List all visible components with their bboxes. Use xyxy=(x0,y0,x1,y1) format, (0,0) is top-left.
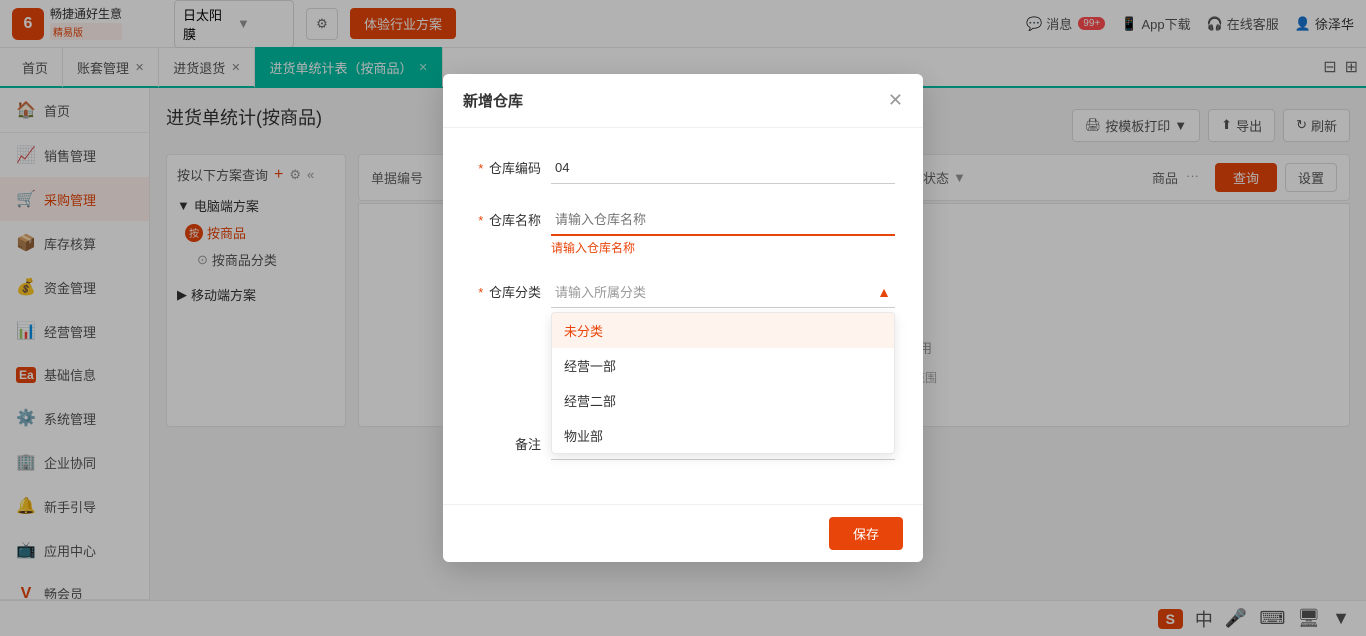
warehouse-category-select[interactable]: 请输入所属分类 ▲ xyxy=(551,276,895,308)
dropdown-item-0[interactable]: 未分类 xyxy=(552,313,894,348)
modal-footer: 保存 xyxy=(443,504,923,562)
warehouse-name-label: 仓库名称 xyxy=(471,204,551,229)
form-row-category: 仓库分类 请输入所属分类 ▲ 未分类 经营一部 xyxy=(471,276,895,308)
warehouse-code-input[interactable] xyxy=(551,152,895,184)
warehouse-code-label: 仓库编码 xyxy=(471,152,551,177)
warehouse-category-label: 仓库分类 xyxy=(471,276,551,301)
modal-header: 新增仓库 ✕ xyxy=(443,74,923,128)
category-dropdown: 未分类 经营一部 经营二部 物业部 xyxy=(551,312,895,454)
warehouse-category-field: 请输入所属分类 ▲ 未分类 经营一部 经营二部 xyxy=(551,276,895,308)
modal-overlay[interactable]: 新增仓库 ✕ 仓库编码 仓库名称 请输入仓库名称 xyxy=(0,0,1366,636)
modal-body: 仓库编码 仓库名称 请输入仓库名称 仓库分类 xyxy=(443,128,923,504)
warehouse-code-field xyxy=(551,152,895,184)
modal-add-warehouse: 新增仓库 ✕ 仓库编码 仓库名称 请输入仓库名称 xyxy=(443,74,923,562)
modal-title: 新增仓库 xyxy=(463,90,523,111)
form-row-name: 仓库名称 请输入仓库名称 xyxy=(471,204,895,256)
warehouse-name-input[interactable] xyxy=(551,204,895,236)
dropdown-item-1[interactable]: 经营一部 xyxy=(552,348,894,383)
category-placeholder: 请输入所属分类 xyxy=(555,282,646,301)
save-button[interactable]: 保存 xyxy=(829,517,903,550)
warehouse-name-field: 请输入仓库名称 xyxy=(551,204,895,256)
dropdown-item-2[interactable]: 经营二部 xyxy=(552,383,894,418)
modal-close-button[interactable]: ✕ xyxy=(888,90,903,111)
form-row-code: 仓库编码 xyxy=(471,152,895,184)
dropdown-item-3[interactable]: 物业部 xyxy=(552,418,894,453)
notes-label: 备注 xyxy=(471,428,551,453)
warehouse-name-error: 请输入仓库名称 xyxy=(551,239,895,256)
category-arrow-icon: ▲ xyxy=(877,284,891,300)
